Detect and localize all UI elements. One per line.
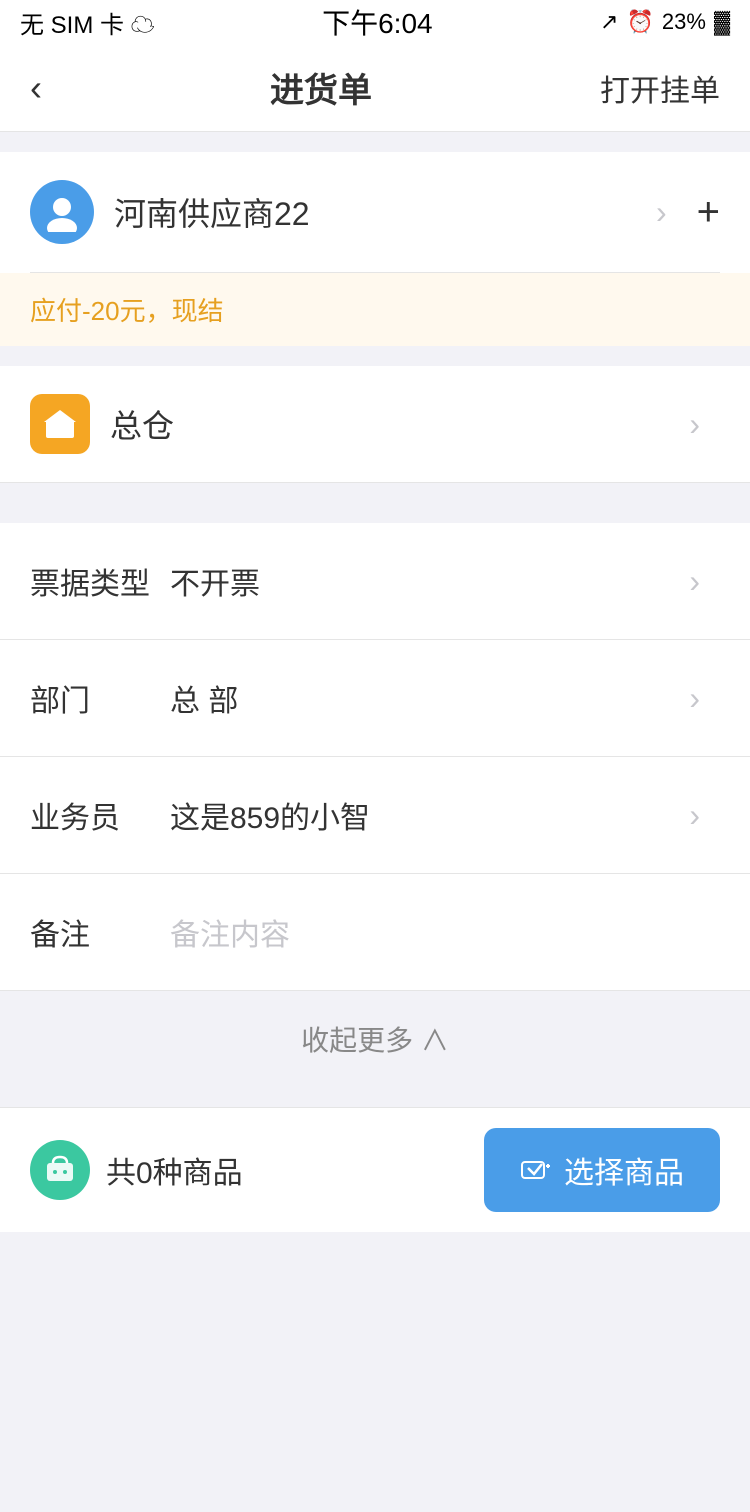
add-supplier-button[interactable]: + <box>697 190 720 235</box>
status-time: 下午6:04 <box>322 2 433 42</box>
department-label: 部门 <box>30 676 150 720</box>
warehouse-icon <box>30 394 90 454</box>
alarm-icon: ⏰ <box>626 9 653 35</box>
notice-banner: 应付-20元，现结 <box>0 273 750 346</box>
salesperson-chevron-icon: › <box>689 797 700 834</box>
status-right: ↗ ⏰ 23% ▓ <box>600 9 730 35</box>
battery-icon: ▓ <box>714 9 730 35</box>
section-gap-4 <box>0 1087 750 1107</box>
supplier-avatar <box>30 180 94 244</box>
remark-label: 备注 <box>30 910 150 954</box>
form-section: 票据类型 不开票 › 部门 总 部 › 业务员 这是859的小智 › 备注 备注… <box>0 523 750 990</box>
select-product-button[interactable]: 选择商品 <box>484 1128 720 1212</box>
page-title: 进货单 <box>270 63 372 112</box>
form-row-department[interactable]: 部门 总 部 › <box>0 640 750 757</box>
invoice-type-label: 票据类型 <box>30 559 150 603</box>
section-gap-3 <box>0 483 750 503</box>
nav-bar: ‹ 进货单 打开挂单 <box>0 44 750 132</box>
page-background <box>0 1232 750 1512</box>
signal-label: 无 SIM 卡 ☁ <box>20 5 155 40</box>
remark-input[interactable]: 备注内容 <box>170 910 720 954</box>
invoice-type-value: 不开票 <box>170 559 689 603</box>
status-bar: 无 SIM 卡 ☁ 下午6:04 ↗ ⏰ 23% ▓ <box>0 0 750 44</box>
battery-label: 23% <box>662 9 706 35</box>
collapse-row[interactable]: 收起更多 ∧ <box>0 990 750 1087</box>
product-icon <box>30 1140 90 1200</box>
warehouse-name: 总仓 <box>110 401 689 447</box>
status-left: 无 SIM 卡 ☁ <box>20 5 155 40</box>
supplier-name: 河南供应商22 <box>114 189 656 235</box>
product-count-text: 共0种商品 <box>106 1148 243 1192</box>
department-value: 总 部 <box>170 676 689 720</box>
salesperson-label: 业务员 <box>30 793 150 837</box>
select-product-label: 选择商品 <box>564 1148 684 1192</box>
form-row-salesperson[interactable]: 业务员 这是859的小智 › <box>0 757 750 874</box>
section-gap-1 <box>0 132 750 152</box>
department-chevron-icon: › <box>689 680 700 717</box>
open-pending-button[interactable]: 打开挂单 <box>600 66 720 110</box>
supplier-row[interactable]: 河南供应商22 › + <box>30 152 720 272</box>
invoice-type-chevron-icon: › <box>689 563 700 600</box>
back-button[interactable]: ‹ <box>30 67 42 109</box>
supplier-section: 河南供应商22 › + <box>0 152 750 273</box>
form-row-remark[interactable]: 备注 备注内容 <box>0 874 750 990</box>
location-icon: ↗ <box>600 9 618 35</box>
bottom-bar: 共0种商品 选择商品 <box>0 1107 750 1232</box>
product-count-area: 共0种商品 <box>30 1140 243 1200</box>
salesperson-value: 这是859的小智 <box>170 793 689 837</box>
warehouse-chevron-icon: › <box>689 406 700 443</box>
section-gap-2 <box>0 346 750 366</box>
supplier-chevron-icon: › <box>656 194 667 231</box>
warehouse-row[interactable]: 总仓 › <box>0 366 750 483</box>
form-row-invoice-type[interactable]: 票据类型 不开票 › <box>0 523 750 640</box>
